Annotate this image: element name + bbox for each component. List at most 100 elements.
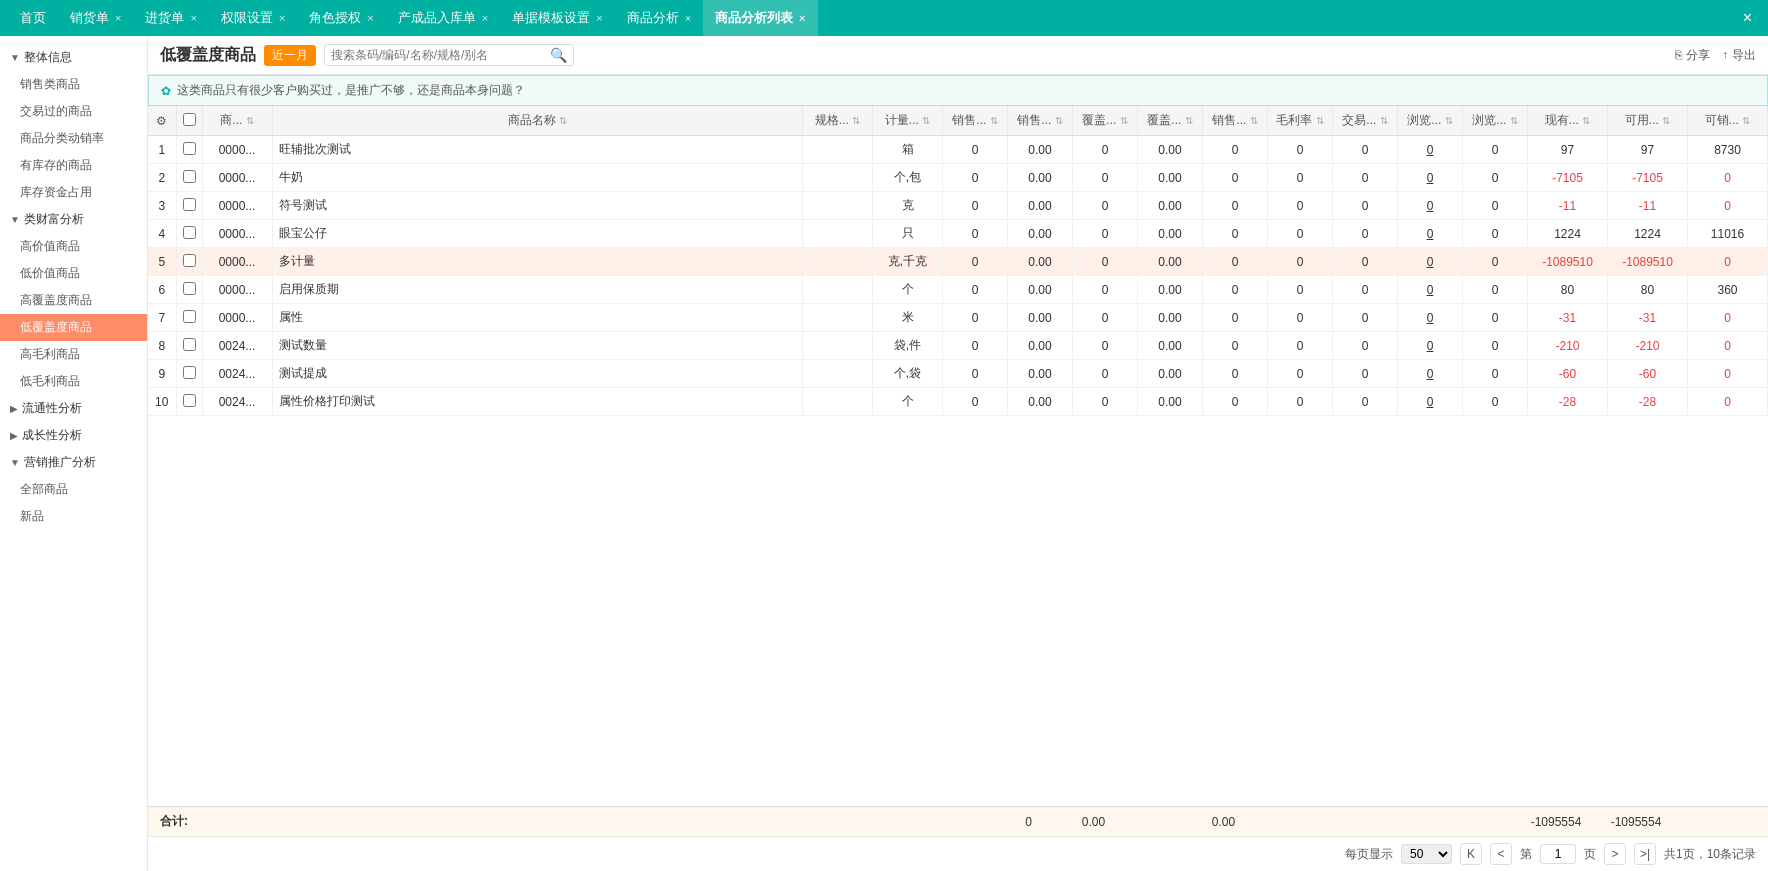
sidebar-item-sales-products[interactable]: 销售类商品: [0, 71, 147, 98]
row-name[interactable]: 属性价格打印测试: [272, 388, 803, 416]
row-browse1[interactable]: 0: [1398, 388, 1463, 416]
row-name[interactable]: 属性: [272, 304, 803, 332]
sidebar-item-stocked-products[interactable]: 有库存的商品: [0, 152, 147, 179]
th-gross[interactable]: 毛利率 ⇅: [1268, 106, 1333, 136]
row-browse1[interactable]: 0: [1398, 220, 1463, 248]
row-browse1[interactable]: 0: [1398, 192, 1463, 220]
nav-product-analysis-close[interactable]: ×: [685, 12, 691, 24]
th-trans[interactable]: 交易... ⇅: [1333, 106, 1398, 136]
row-checkbox[interactable]: [183, 310, 196, 323]
row-name[interactable]: 牛奶: [272, 164, 803, 192]
row-checkbox[interactable]: [183, 142, 196, 155]
row-checkbox-cell[interactable]: [176, 136, 202, 164]
share-btn[interactable]: ⎘ 分享: [1675, 47, 1710, 64]
nav-product-analysis-list-close[interactable]: ×: [799, 12, 805, 24]
row-checkbox[interactable]: [183, 366, 196, 379]
th-settings[interactable]: ⚙: [148, 106, 176, 136]
row-browse1[interactable]: 0: [1398, 276, 1463, 304]
per-page-select[interactable]: 20 50 100 200: [1401, 844, 1452, 864]
th-stock2[interactable]: 可用... ⇅: [1608, 106, 1688, 136]
sidebar-item-low-margin[interactable]: 低毛利商品: [0, 368, 147, 395]
table-container[interactable]: ⚙ 商... ⇅ 商品名称 ⇅ 规格... ⇅ 计量... ⇅ 销售... ⇅ …: [148, 106, 1768, 806]
row-checkbox[interactable]: [183, 282, 196, 295]
sidebar-item-low-value[interactable]: 低价值商品: [0, 260, 147, 287]
row-name[interactable]: 测试提成: [272, 360, 803, 388]
nav-permissions[interactable]: 权限设置 ×: [209, 0, 297, 36]
sidebar-section-flow[interactable]: ▶ 流通性分析: [0, 395, 147, 422]
row-checkbox-cell[interactable]: [176, 192, 202, 220]
nav-product-analysis[interactable]: 商品分析 ×: [615, 0, 703, 36]
sidebar-item-capital-usage[interactable]: 库存资金占用: [0, 179, 147, 206]
sidebar-section-marketing[interactable]: ▼ 营销推广分析: [0, 449, 147, 476]
th-sales2[interactable]: 销售... ⇅: [1008, 106, 1073, 136]
row-name[interactable]: 启用保质期: [272, 276, 803, 304]
nav-finished-goods-close[interactable]: ×: [482, 12, 488, 24]
sidebar-section-growth[interactable]: ▶ 成长性分析: [0, 422, 147, 449]
th-browse1[interactable]: 浏览... ⇅: [1398, 106, 1463, 136]
first-page-btn[interactable]: K: [1460, 843, 1482, 865]
nav-product-analysis-list[interactable]: 商品分析列表 ×: [703, 0, 817, 36]
row-name[interactable]: 旺辅批次测试: [272, 136, 803, 164]
sidebar-item-category-rate[interactable]: 商品分类动销率: [0, 125, 147, 152]
nav-finished-goods[interactable]: 产成品入库单 ×: [386, 0, 500, 36]
row-name[interactable]: 测试数量: [272, 332, 803, 360]
row-browse1[interactable]: 0: [1398, 332, 1463, 360]
row-browse1[interactable]: 0: [1398, 164, 1463, 192]
th-sales3[interactable]: 销售... ⇅: [1203, 106, 1268, 136]
row-checkbox[interactable]: [183, 198, 196, 211]
sidebar-item-high-value[interactable]: 高价值商品: [0, 233, 147, 260]
nav-sales-order-close[interactable]: ×: [115, 12, 121, 24]
sidebar-item-all-products[interactable]: 全部商品: [0, 476, 147, 503]
row-browse1[interactable]: 0: [1398, 304, 1463, 332]
row-checkbox[interactable]: [183, 226, 196, 239]
sidebar-item-high-coverage[interactable]: 高覆盖度商品: [0, 287, 147, 314]
row-checkbox[interactable]: [183, 170, 196, 183]
row-checkbox[interactable]: [183, 338, 196, 351]
sidebar-item-high-margin[interactable]: 高毛利商品: [0, 341, 147, 368]
sidebar-item-traded-products[interactable]: 交易过的商品: [0, 98, 147, 125]
sidebar-section-overall[interactable]: ▼ 整体信息: [0, 44, 147, 71]
nav-sales-order[interactable]: 销货单 ×: [58, 0, 133, 36]
row-name[interactable]: 多计量: [272, 248, 803, 276]
row-browse1[interactable]: 0: [1398, 360, 1463, 388]
nav-template-close[interactable]: ×: [596, 12, 602, 24]
row-name[interactable]: 眼宝公仔: [272, 220, 803, 248]
row-checkbox-cell[interactable]: [176, 304, 202, 332]
next-page-btn[interactable]: >: [1604, 843, 1626, 865]
th-salable[interactable]: 可销... ⇅: [1688, 106, 1768, 136]
th-spec[interactable]: 规格... ⇅: [803, 106, 873, 136]
th-stock1[interactable]: 现有... ⇅: [1528, 106, 1608, 136]
select-all-checkbox[interactable]: [183, 113, 196, 126]
last-page-btn[interactable]: >|: [1634, 843, 1656, 865]
row-checkbox-cell[interactable]: [176, 220, 202, 248]
nav-purchase-order[interactable]: 进货单 ×: [133, 0, 208, 36]
nav-home[interactable]: 首页: [8, 0, 58, 36]
nav-template-settings[interactable]: 单据模板设置 ×: [500, 0, 614, 36]
close-all-tabs[interactable]: ×: [1735, 9, 1760, 27]
nav-roles-close[interactable]: ×: [367, 12, 373, 24]
nav-roles[interactable]: 角色授权 ×: [297, 0, 385, 36]
th-name[interactable]: 商品名称 ⇅: [272, 106, 803, 136]
th-code[interactable]: 商... ⇅: [202, 106, 272, 136]
row-checkbox-cell[interactable]: [176, 164, 202, 192]
filter-recent-month-btn[interactable]: 近一月: [264, 45, 316, 66]
th-cover1[interactable]: 覆盖... ⇅: [1073, 106, 1138, 136]
search-input[interactable]: [331, 48, 550, 62]
th-browse2[interactable]: 浏览... ⇅: [1463, 106, 1528, 136]
th-cover2[interactable]: 覆盖... ⇅: [1138, 106, 1203, 136]
export-btn[interactable]: ↑ 导出: [1722, 47, 1756, 64]
row-checkbox[interactable]: [183, 394, 196, 407]
row-checkbox-cell[interactable]: [176, 360, 202, 388]
row-name[interactable]: 符号测试: [272, 192, 803, 220]
row-checkbox-cell[interactable]: [176, 388, 202, 416]
page-input[interactable]: [1540, 844, 1576, 864]
prev-page-btn[interactable]: <: [1490, 843, 1512, 865]
row-browse1[interactable]: 0: [1398, 136, 1463, 164]
nav-permissions-close[interactable]: ×: [279, 12, 285, 24]
th-sales1[interactable]: 销售... ⇅: [943, 106, 1008, 136]
row-checkbox-cell[interactable]: [176, 332, 202, 360]
sidebar-item-new-products[interactable]: 新品: [0, 503, 147, 530]
sidebar-item-low-coverage[interactable]: 低覆盖度商品: [0, 314, 147, 341]
nav-purchase-order-close[interactable]: ×: [190, 12, 196, 24]
th-checkbox[interactable]: [176, 106, 202, 136]
